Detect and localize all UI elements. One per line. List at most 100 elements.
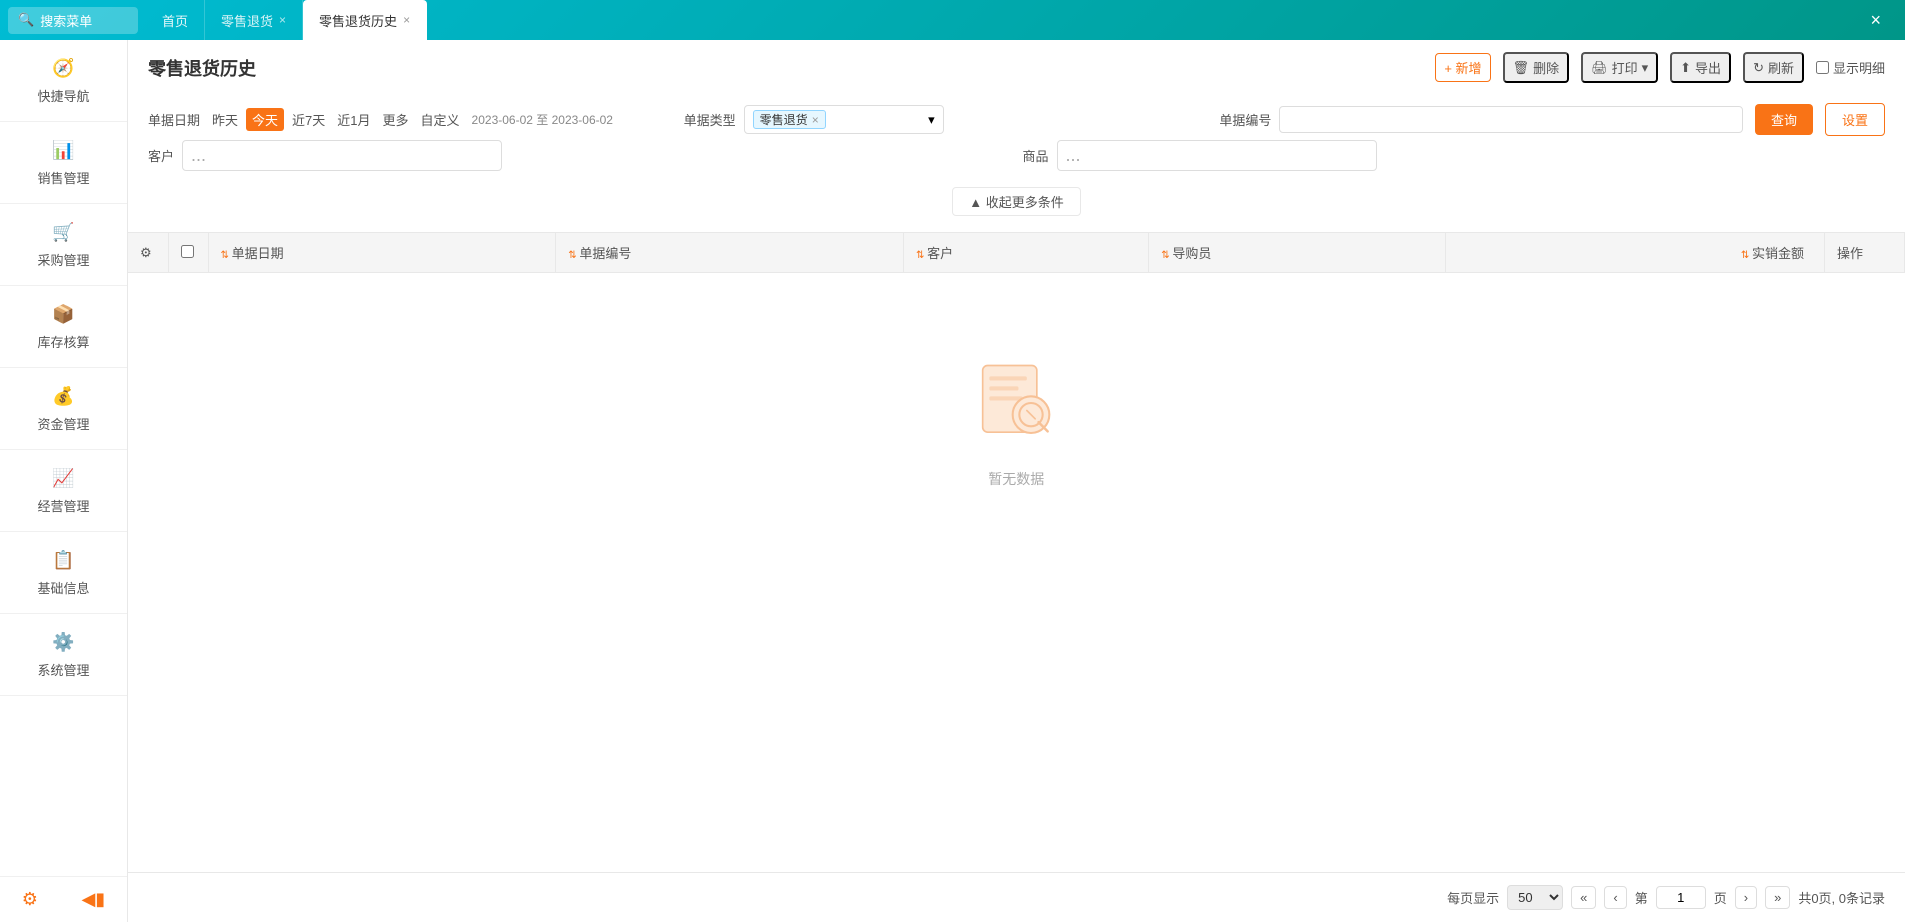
- doc-type-select[interactable]: 零售退货 × ▾: [744, 105, 944, 134]
- date-option-1month[interactable]: 近1月: [333, 108, 374, 131]
- sort-icon-customer: ⇅: [916, 250, 927, 261]
- date-option-7days[interactable]: 近7天: [288, 108, 329, 131]
- sort-icon-amount: ⇅: [1741, 250, 1752, 261]
- sidebar-item-finance[interactable]: 💰 资金管理: [0, 368, 127, 450]
- th-operation: 操作: [1825, 233, 1905, 273]
- search-icon: 🔍: [18, 12, 34, 28]
- th-amount[interactable]: ⇅ 实销金额: [1445, 233, 1824, 273]
- date-option-today[interactable]: 今天: [246, 108, 284, 131]
- last-page-button[interactable]: »: [1765, 886, 1790, 909]
- page-unit: 页: [1714, 888, 1727, 907]
- search-label: 搜索菜单: [40, 11, 92, 30]
- search-menu[interactable]: 🔍 搜索菜单: [8, 7, 138, 34]
- sidebar-item-basic-info[interactable]: 📋 基础信息: [0, 532, 127, 614]
- tab-retail-return-close[interactable]: ×: [279, 13, 286, 27]
- page-size-select[interactable]: 50 20 100: [1507, 885, 1563, 910]
- page-label: 第: [1635, 888, 1648, 907]
- select-all-checkbox[interactable]: [181, 245, 194, 258]
- date-range-display: 2023-06-02 至 2023-06-02: [472, 111, 613, 128]
- sort-icon-doc-no: ⇅: [568, 250, 579, 261]
- settings-bottom-icon[interactable]: ⚙: [22, 889, 38, 910]
- refresh-button[interactable]: ↻ 刷新: [1743, 52, 1804, 83]
- collapse-label: ▲ 收起更多条件: [969, 192, 1063, 211]
- finance-icon: 💰: [52, 384, 76, 408]
- table-body: 暂无数据: [128, 273, 1905, 570]
- doc-type-filter-item: 单据类型 零售退货 × ▾: [684, 105, 1208, 134]
- th-customer[interactable]: ⇅ 客户: [903, 233, 1148, 273]
- sidebar-item-purchase-mgmt[interactable]: 🛒 采购管理: [0, 204, 127, 286]
- goods-filter-item: 商品 ...: [1023, 140, 1886, 171]
- doc-type-tag-remove[interactable]: ×: [812, 113, 819, 127]
- pagination-bar: 每页显示 50 20 100 « ‹ 第 页 › » 共0页, 0条记录: [128, 872, 1905, 922]
- print-label: 打印: [1612, 58, 1638, 77]
- export-button[interactable]: ⬆ 导出: [1670, 52, 1731, 83]
- content-area: 零售退货历史 + 新增 🗑 删除 🖨 打印 ▾ ⬆: [128, 40, 1905, 922]
- filter-row-1: 单据日期 昨天 今天 近7天 近1月 更多 自定义 2023-06-02 至 2…: [148, 95, 1885, 136]
- th-doc-date[interactable]: ⇅ 单据日期: [208, 233, 556, 273]
- customer-label: 客户: [148, 146, 174, 165]
- print-icon: 🖨: [1591, 60, 1608, 76]
- customer-select[interactable]: ...: [182, 140, 502, 171]
- query-button[interactable]: 查询: [1755, 104, 1813, 135]
- date-option-custom[interactable]: 自定义: [417, 108, 464, 131]
- print-button[interactable]: 🖨 打印 ▾: [1581, 52, 1658, 83]
- prev-page-button[interactable]: ‹: [1604, 886, 1626, 909]
- delete-button[interactable]: 🗑 删除: [1503, 52, 1570, 83]
- empty-state: 暂无数据: [128, 273, 1905, 569]
- tab-home-label: 首页: [162, 11, 188, 30]
- tab-retail-return-history[interactable]: 零售退货历史 ×: [303, 0, 427, 40]
- tab-retail-return-history-label: 零售退货历史: [319, 11, 397, 30]
- doc-no-input[interactable]: [1279, 106, 1743, 133]
- table-header-row: ⚙ ⇅ 单据日期 ⇅ 单据编号: [128, 233, 1905, 273]
- empty-text: 暂无数据: [988, 469, 1044, 489]
- goods-label: 商品: [1023, 146, 1049, 165]
- show-detail-checkbox[interactable]: [1816, 61, 1829, 74]
- sidebar-item-inventory[interactable]: 📦 库存核算: [0, 286, 127, 368]
- first-page-button[interactable]: «: [1571, 886, 1596, 909]
- th-doc-no[interactable]: ⇅ 单据编号: [556, 233, 904, 273]
- sidebar-item-operations[interactable]: 📈 经营管理: [0, 450, 127, 532]
- sidebar-item-purchase-mgmt-label: 采购管理: [37, 250, 89, 269]
- date-option-yesterday[interactable]: 昨天: [208, 108, 242, 131]
- add-button[interactable]: + 新增: [1435, 53, 1490, 82]
- next-page-button[interactable]: ›: [1735, 886, 1757, 909]
- th-settings[interactable]: ⚙: [128, 233, 168, 273]
- refresh-icon: ↻: [1753, 60, 1764, 76]
- tab-retail-return[interactable]: 零售退货 ×: [205, 0, 303, 40]
- setting-button[interactable]: 设置: [1825, 103, 1885, 136]
- tab-bar: 首页 零售退货 × 零售退货历史 ×: [146, 0, 1862, 40]
- doc-type-tag-value: 零售退货: [760, 111, 808, 128]
- page-input[interactable]: [1656, 886, 1706, 909]
- tab-home[interactable]: 首页: [146, 0, 205, 40]
- page-title: 零售退货历史: [148, 55, 256, 81]
- quick-nav-icon: 🧭: [52, 56, 76, 80]
- sidebar-bottom: ⚙ ◀▮: [0, 876, 127, 922]
- sidebar: 🧭 快捷导航 📊 销售管理 🛒 采购管理 📦 库存核算 💰 资金管理 📈 经营管…: [0, 40, 128, 922]
- tab-retail-return-history-close[interactable]: ×: [403, 13, 410, 27]
- table-settings-icon[interactable]: ⚙: [140, 245, 152, 260]
- show-detail-checkbox-label: 显示明细: [1816, 58, 1885, 77]
- doc-no-label: 单据编号: [1219, 110, 1271, 129]
- th-guide[interactable]: ⇅ 导购员: [1149, 233, 1445, 273]
- date-option-more[interactable]: 更多: [379, 108, 413, 131]
- table-container: ⚙ ⇅ 单据日期 ⇅ 单据编号: [128, 233, 1905, 872]
- sidebar-item-inventory-label: 库存核算: [37, 332, 89, 351]
- sort-icon-guide: ⇅: [1161, 250, 1172, 261]
- sidebar-item-system-mgmt[interactable]: ⚙️ 系统管理: [0, 614, 127, 696]
- volume-bottom-icon[interactable]: ◀▮: [81, 889, 105, 910]
- sidebar-item-basic-info-label: 基础信息: [37, 578, 89, 597]
- date-filter-options: 昨天 今天 近7天 近1月 更多 自定义 2023-06-02 至 2023-0…: [208, 108, 613, 131]
- sidebar-item-quick-nav[interactable]: 🧭 快捷导航: [0, 40, 127, 122]
- main-layout: 🧭 快捷导航 📊 销售管理 🛒 采购管理 📦 库存核算 💰 资金管理 📈 经营管…: [0, 40, 1905, 922]
- close-window-button[interactable]: ×: [1862, 10, 1889, 31]
- goods-select[interactable]: ...: [1057, 140, 1377, 171]
- collapse-button[interactable]: ▲ 收起更多条件: [952, 187, 1080, 216]
- operations-icon: 📈: [52, 466, 76, 490]
- filter-row-2: 客户 ... 商品 ...: [148, 136, 1885, 171]
- empty-state-row: 暂无数据: [128, 273, 1905, 570]
- data-table: ⚙ ⇅ 单据日期 ⇅ 单据编号: [128, 233, 1905, 569]
- page-title-row: 零售退货历史 + 新增 🗑 删除 🖨 打印 ▾ ⬆: [148, 52, 1885, 83]
- page-header: 零售退货历史 + 新增 🗑 删除 🖨 打印 ▾ ⬆: [128, 40, 1905, 233]
- date-filter-item: 单据日期 昨天 今天 近7天 近1月 更多 自定义 2023-06-02 至 2…: [148, 108, 672, 131]
- sidebar-item-sales-mgmt[interactable]: 📊 销售管理: [0, 122, 127, 204]
